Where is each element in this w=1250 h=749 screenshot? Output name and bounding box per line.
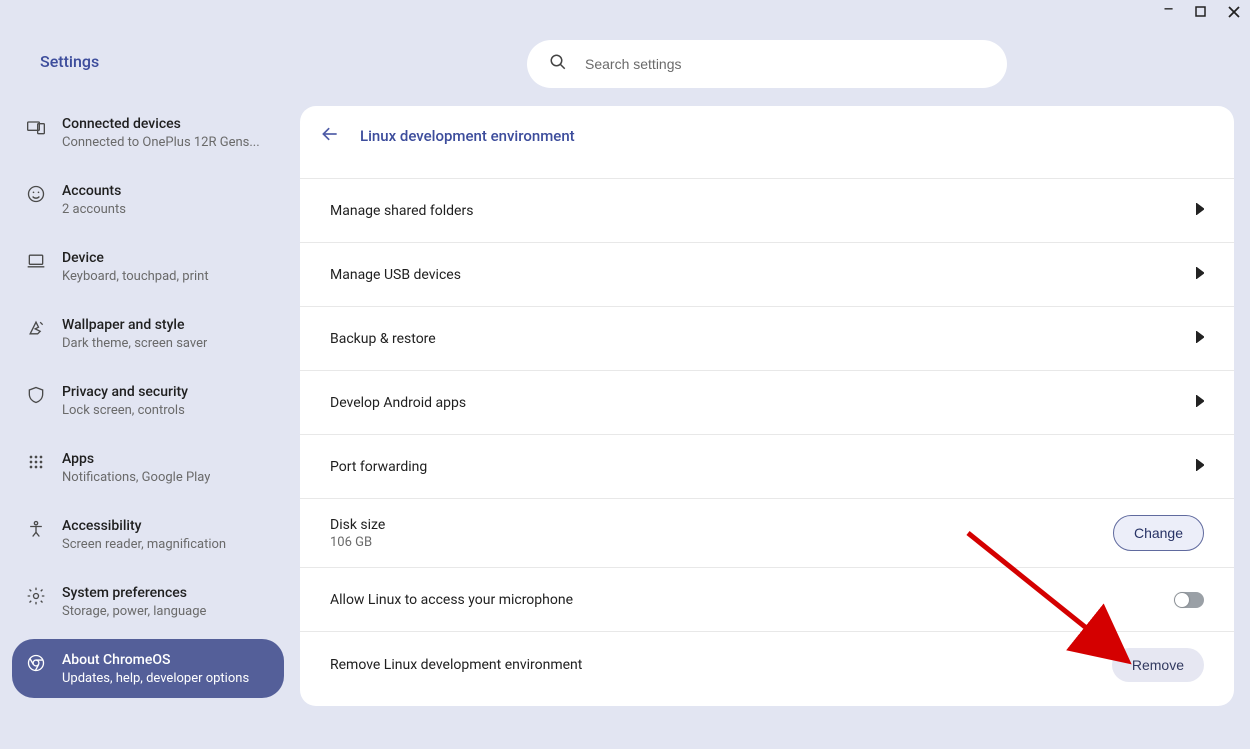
mic-access-toggle[interactable] [1174,592,1204,608]
sidebar-item-apps[interactable]: Apps Notifications, Google Play [12,438,284,497]
gear-icon [26,586,46,606]
minimize-icon[interactable]: — [1164,2,1173,16]
apps-grid-icon [26,452,46,472]
sidebar-item-accounts[interactable]: Accounts 2 accounts [12,170,284,229]
row-title: Backup & restore [330,331,436,347]
sidebar-item-label: Accessibility [62,517,226,535]
sidebar-item-sub: Connected to OnePlus 12R Gens... [62,135,260,150]
sidebar-item-label: Apps [62,450,210,468]
search-input[interactable] [583,55,989,73]
sidebar-item-label: Device [62,249,209,267]
row-title: Disk size [330,517,385,533]
search-bar[interactable] [527,40,1007,88]
change-button[interactable]: Change [1113,515,1204,551]
sidebar-item-sub: Dark theme, screen saver [62,336,207,351]
sidebar-item-about-chromeos[interactable]: About ChromeOS Updates, help, developer … [12,639,284,698]
row-title: Manage USB devices [330,267,461,283]
row-remove-linux: Remove Linux development environment Rem… [300,631,1234,698]
row-backup-restore[interactable]: Backup & restore [300,306,1234,370]
row-title: Allow Linux to access your microphone [330,592,573,608]
sidebar-item-label: Wallpaper and style [62,316,207,334]
close-icon[interactable] [1228,6,1240,21]
window-titlebar: — [0,0,1250,26]
sidebar-item-label: Privacy and security [62,383,188,401]
panel-header: Linux development environment [300,106,1234,178]
back-arrow-icon[interactable] [320,124,340,148]
accessibility-icon [26,519,46,539]
sidebar-item-accessibility[interactable]: Accessibility Screen reader, magnificati… [12,505,284,564]
chevron-right-icon [1196,203,1204,219]
sidebar-item-wallpaper-style[interactable]: Wallpaper and style Dark theme, screen s… [12,304,284,363]
row-title: Remove Linux development environment [330,657,582,673]
disk-size-value: 106 GB [330,535,385,550]
row-develop-android-apps[interactable]: Develop Android apps [300,370,1234,434]
search-icon [549,53,567,75]
shield-icon [26,385,46,405]
laptop-icon [26,251,46,271]
palette-icon [26,318,46,338]
app-title: Settings [12,38,284,99]
row-port-forwarding[interactable]: Port forwarding [300,434,1234,498]
sidebar-item-sub: Updates, help, developer options [62,671,249,686]
sidebar-item-sub: Keyboard, touchpad, print [62,269,209,284]
sidebar: Settings Connected devices Connected to … [0,26,300,749]
sidebar-item-sub: Screen reader, magnification [62,537,226,552]
row-manage-usb-devices[interactable]: Manage USB devices [300,242,1234,306]
sidebar-item-connected-devices[interactable]: Connected devices Connected to OnePlus 1… [12,103,284,162]
maximize-icon[interactable] [1195,6,1206,20]
row-title: Develop Android apps [330,395,466,411]
row-mic-access: Allow Linux to access your microphone [300,567,1234,631]
row-title: Manage shared folders [330,203,473,219]
sidebar-item-label: System preferences [62,584,206,602]
sidebar-item-device[interactable]: Device Keyboard, touchpad, print [12,237,284,296]
chevron-right-icon [1196,331,1204,347]
sidebar-item-sub: Lock screen, controls [62,403,188,418]
sidebar-item-privacy-security[interactable]: Privacy and security Lock screen, contro… [12,371,284,430]
panel-title: Linux development environment [360,127,575,145]
row-title: Port forwarding [330,459,427,475]
sidebar-item-label: Connected devices [62,115,260,133]
sidebar-item-system-preferences[interactable]: System preferences Storage, power, langu… [12,572,284,631]
settings-panel: Linux development environment Manage sha… [300,106,1234,706]
row-manage-shared-folders[interactable]: Manage shared folders [300,178,1234,242]
sidebar-item-sub: Notifications, Google Play [62,470,210,485]
chevron-right-icon [1196,459,1204,475]
sidebar-item-label: Accounts [62,182,126,200]
chrome-icon [26,653,46,673]
devices-icon [26,117,46,137]
sidebar-item-sub: Storage, power, language [62,604,206,619]
face-icon [26,184,46,204]
sidebar-item-label: About ChromeOS [62,651,249,669]
chevron-right-icon [1196,267,1204,283]
chevron-right-icon [1196,395,1204,411]
remove-button[interactable]: Remove [1112,648,1204,682]
row-disk-size: Disk size 106 GB Change [300,498,1234,567]
sidebar-item-sub: 2 accounts [62,202,126,217]
